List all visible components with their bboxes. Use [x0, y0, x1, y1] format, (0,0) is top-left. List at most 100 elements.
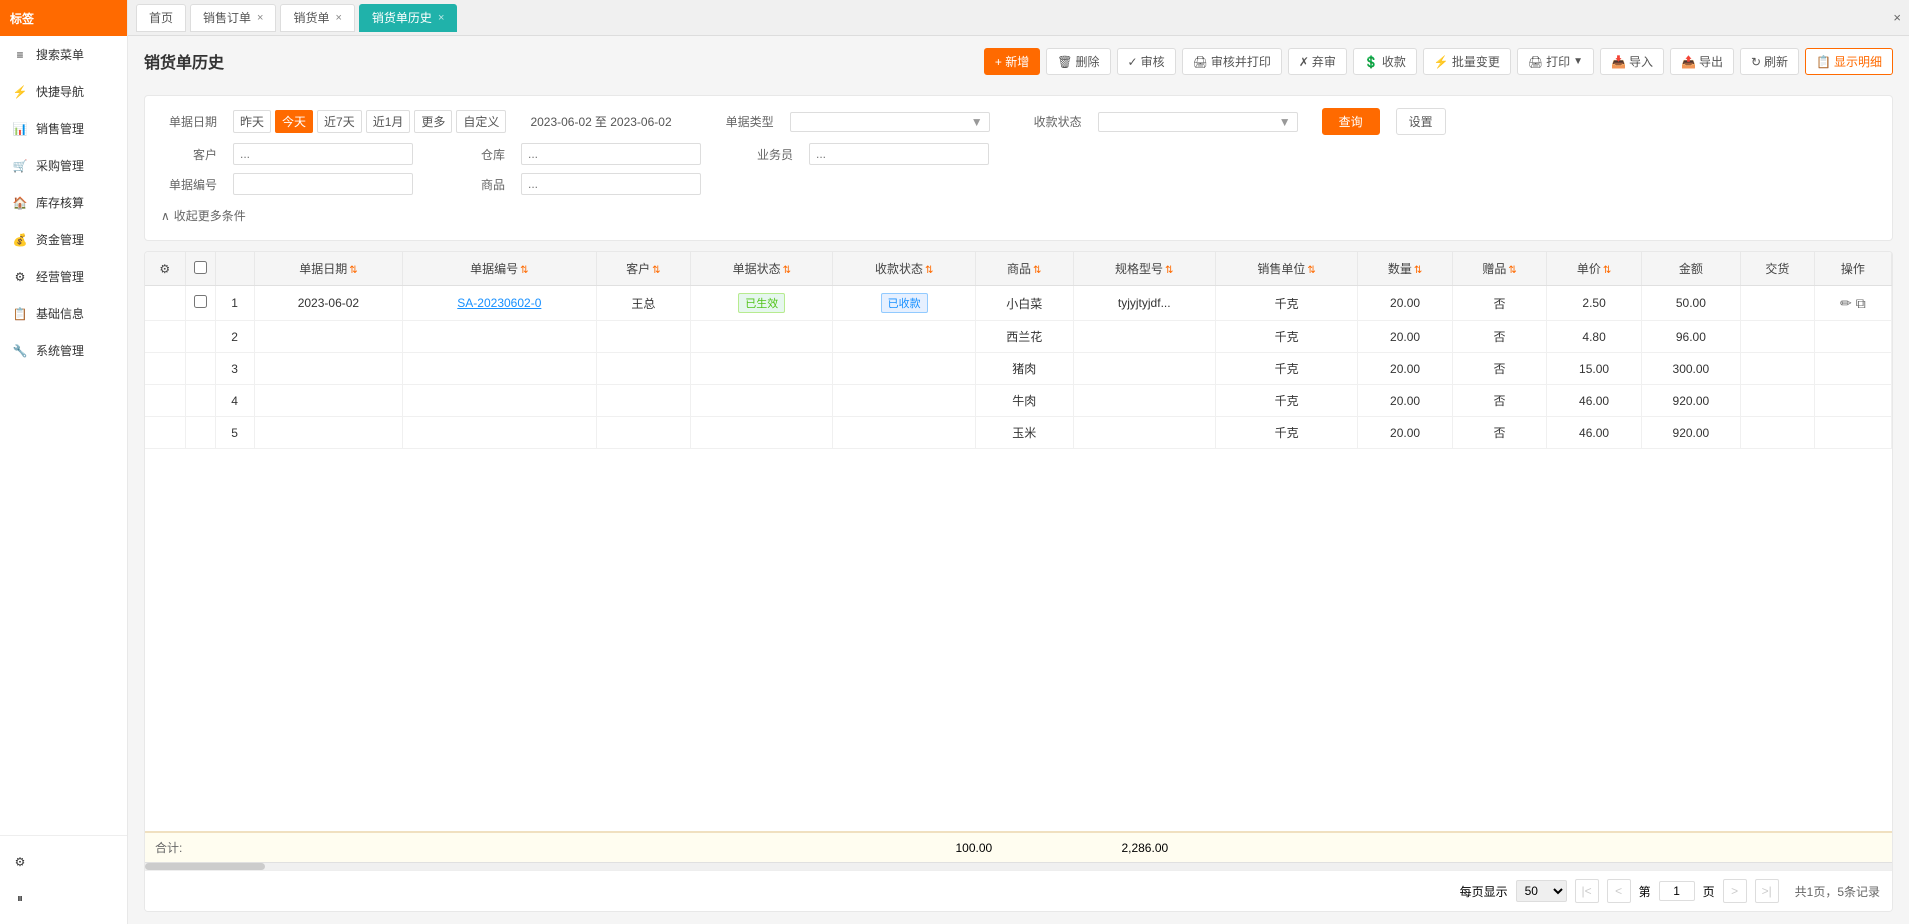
date-btn-7days[interactable]: 近7天	[317, 110, 362, 133]
th-unit-price[interactable]: 单价⇅	[1547, 252, 1642, 286]
th-quantity[interactable]: 数量⇅	[1358, 252, 1453, 286]
doc-no-input[interactable]	[233, 173, 413, 195]
tab-sales-history-close[interactable]: ×	[438, 12, 444, 24]
sidebar-item-system-mgmt[interactable]: 🔧 系统管理	[0, 332, 127, 369]
collapse-filter-btn[interactable]: ∧ 收起更多条件	[161, 203, 1876, 228]
sidebar-item-finance-mgmt[interactable]: 💰 资金管理	[0, 221, 127, 258]
th-doc-status[interactable]: 单据状态⇅	[691, 252, 833, 286]
tab-sales-delivery[interactable]: 销货单 ×	[280, 4, 354, 32]
th-checkbox[interactable]	[185, 252, 215, 286]
abandon-button[interactable]: ✗ 弃审	[1288, 48, 1347, 75]
date-btn-more[interactable]: 更多	[414, 110, 452, 133]
tab-sales-order-close[interactable]: ×	[257, 12, 263, 24]
sort-quantity-icon: ⇅	[1414, 265, 1422, 276]
settings-filter-button[interactable]: 设置	[1396, 108, 1446, 135]
tab-home[interactable]: 首页	[136, 4, 186, 32]
per-page-select[interactable]: 50 100 200	[1516, 880, 1567, 902]
query-button[interactable]: 查询	[1322, 108, 1380, 135]
sidebar-bottom-item1[interactable]: ⚙	[0, 844, 127, 880]
td-trade	[1740, 417, 1814, 449]
show-detail-button[interactable]: 📋 显示明细	[1805, 48, 1893, 75]
sidebar-item-operations-mgmt[interactable]: ⚙ 经营管理	[0, 258, 127, 295]
review-print-button[interactable]: 🖨 审核并打印	[1182, 48, 1282, 75]
th-sales-unit[interactable]: 销售单位⇅	[1215, 252, 1357, 286]
filter-row-1: 单据日期 昨天 今天 近7天 近1月 更多 自定义 2023-06-02 至 2…	[161, 108, 1876, 135]
export-button[interactable]: 📤 导出	[1670, 48, 1734, 75]
td-doc-status: 已生效	[691, 286, 833, 321]
th-spec[interactable]: 规格型号⇅	[1073, 252, 1215, 286]
warehouse-input[interactable]	[521, 143, 701, 165]
new-button[interactable]: + 新增	[984, 48, 1040, 75]
sidebar-item-basic-info[interactable]: 📋 基础信息	[0, 295, 127, 332]
th-settings[interactable]: ⚙	[145, 252, 185, 286]
tabs-close-all[interactable]: ×	[1893, 10, 1901, 25]
collect-status-select[interactable]: ▼	[1098, 112, 1298, 132]
date-btn-custom[interactable]: 自定义	[456, 110, 506, 133]
scrollbar-thumb[interactable]	[145, 863, 265, 870]
salesman-input[interactable]	[809, 143, 989, 165]
import-button[interactable]: 📥 导入	[1600, 48, 1664, 75]
first-page-btn[interactable]: |<	[1575, 879, 1599, 903]
prev-page-btn[interactable]: <	[1607, 879, 1631, 903]
doc-no-link[interactable]: SA-20230602-0	[457, 296, 541, 310]
edit-icon[interactable]: ✏	[1840, 295, 1852, 312]
td-doc-no[interactable]	[403, 385, 597, 417]
date-btn-1month[interactable]: 近1月	[366, 110, 411, 133]
td-spec	[1073, 417, 1215, 449]
sort-doc-date-icon: ⇅	[349, 265, 357, 276]
date-btn-yesterday[interactable]: 昨天	[233, 110, 271, 133]
page-input[interactable]	[1659, 881, 1695, 901]
th-doc-no[interactable]: 单据编号⇅	[403, 252, 597, 286]
sidebar-bottom-item2[interactable]: ⏸	[0, 880, 127, 916]
doc-type-select[interactable]: ▼	[790, 112, 990, 132]
td-gift: 否	[1452, 417, 1547, 449]
th-row-no	[215, 252, 254, 286]
next-page-btn[interactable]: >	[1723, 879, 1747, 903]
sidebar-item-label: 采购管理	[36, 157, 84, 174]
td-trade	[1740, 286, 1814, 321]
delete-button[interactable]: 🗑 删除	[1046, 48, 1110, 75]
td-doc-no[interactable]	[403, 417, 597, 449]
tab-sales-order[interactable]: 销售订单 ×	[190, 4, 276, 32]
td-checkbox	[185, 353, 215, 385]
th-gift[interactable]: 赠品⇅	[1452, 252, 1547, 286]
td-goods: 玉米	[975, 417, 1073, 449]
sidebar-item-quick-nav[interactable]: ⚡ 快捷导航	[0, 73, 127, 110]
last-page-btn[interactable]: >|	[1755, 879, 1779, 903]
th-customer[interactable]: 客户⇅	[596, 252, 691, 286]
th-gift-label: 赠品	[1482, 262, 1506, 276]
horizontal-scrollbar[interactable]	[145, 862, 1892, 870]
row-checkbox[interactable]	[194, 295, 207, 308]
sidebar-item-search-menu[interactable]: ≡ 搜索菜单	[0, 36, 127, 73]
td-doc-no[interactable]: SA-20230602-0	[403, 286, 597, 321]
table-scroll[interactable]: ⚙ 单据日期⇅ 单据编号⇅ 客户⇅ 单据状态⇅ 收款状态⇅ 商品⇅ 规格型号⇅ …	[145, 252, 1892, 831]
tab-sales-delivery-close[interactable]: ×	[335, 12, 341, 24]
td-doc-status	[691, 417, 833, 449]
td-gift: 否	[1452, 385, 1547, 417]
date-btn-today[interactable]: 今天	[275, 110, 313, 133]
tab-sales-history[interactable]: 销货单历史 ×	[359, 4, 457, 32]
system-mgmt-icon: 🔧	[12, 343, 28, 359]
td-doc-no[interactable]	[403, 321, 597, 353]
review-button[interactable]: ✓ 审核	[1117, 48, 1176, 75]
table-row: 4牛肉千克20.00否46.00920.00	[145, 385, 1892, 417]
sidebar-item-purchase-mgmt[interactable]: 🛒 采购管理	[0, 147, 127, 184]
th-doc-date[interactable]: 单据日期⇅	[254, 252, 402, 286]
sidebar-item-inventory[interactable]: 🏠 库存核算	[0, 184, 127, 221]
collect-icon: 💲	[1364, 55, 1379, 69]
print-button[interactable]: 🖨 打印 ▼	[1517, 48, 1594, 75]
collect-button[interactable]: 💲 收款	[1353, 48, 1417, 75]
select-all-checkbox[interactable]	[194, 261, 207, 274]
customer-input[interactable]	[233, 143, 413, 165]
th-goods[interactable]: 商品⇅	[975, 252, 1073, 286]
td-amount: 50.00	[1641, 286, 1740, 321]
th-collect-status[interactable]: 收款状态⇅	[833, 252, 975, 286]
goods-input[interactable]	[521, 173, 701, 195]
batch-change-button[interactable]: ⚡ 批量变更	[1423, 48, 1511, 75]
footer-label: 合计:	[155, 839, 182, 856]
td-gift: 否	[1452, 286, 1547, 321]
td-doc-no[interactable]	[403, 353, 597, 385]
copy-icon[interactable]: ⧉	[1856, 295, 1866, 312]
refresh-button[interactable]: ↻ 刷新	[1740, 48, 1799, 75]
sidebar-item-sales-mgmt[interactable]: 📊 销售管理	[0, 110, 127, 147]
